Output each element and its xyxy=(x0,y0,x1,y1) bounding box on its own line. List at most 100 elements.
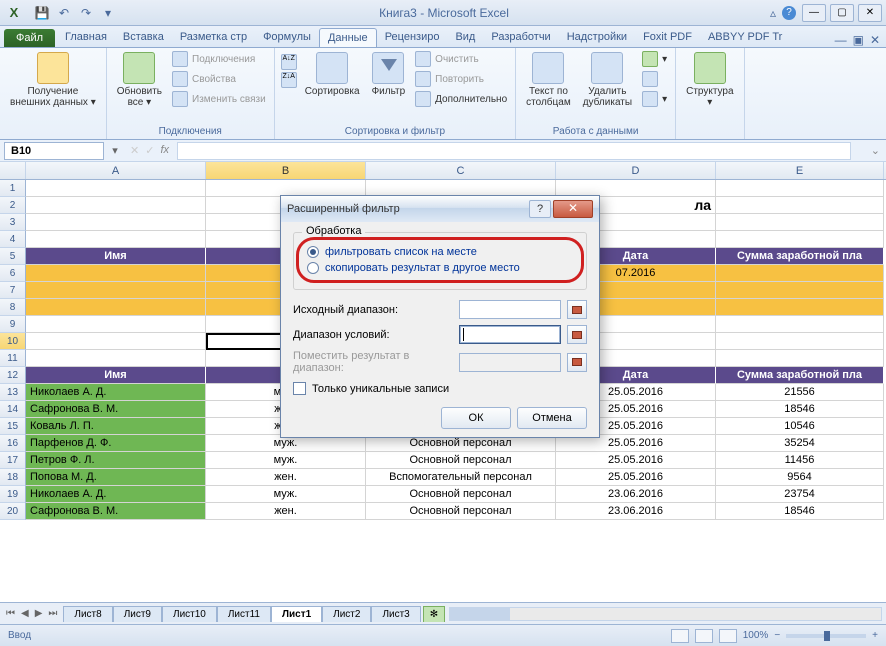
pagebreak-view-button[interactable] xyxy=(719,629,737,643)
whatif-button[interactable]: ▾ xyxy=(640,90,669,108)
row-header[interactable]: 20 xyxy=(0,503,26,520)
row-header[interactable]: 8 xyxy=(0,299,26,316)
cell[interactable]: 18546 xyxy=(716,401,884,418)
properties-button[interactable]: Свойства xyxy=(170,70,268,88)
text-to-columns-button[interactable]: Текст постолбцам xyxy=(522,50,575,110)
cell[interactable]: Сафронова В. М. xyxy=(26,503,206,520)
col-header-C[interactable]: C xyxy=(366,162,556,179)
row-header[interactable]: 10 xyxy=(0,333,26,350)
criteria-range-picker-button[interactable] xyxy=(567,325,587,344)
dialog-help-button[interactable]: ? xyxy=(529,200,551,218)
ribbon-tab[interactable]: Формулы xyxy=(255,28,319,47)
fx-icon[interactable]: fx xyxy=(160,144,169,157)
col-header-D[interactable]: D xyxy=(556,162,716,179)
sheet-tab[interactable]: Лист2 xyxy=(322,606,371,622)
row-header[interactable]: 19 xyxy=(0,486,26,503)
qat-dropdown-icon[interactable]: ▾ xyxy=(98,3,118,23)
ribbon-tab[interactable]: Надстройки xyxy=(559,28,635,47)
minimize-button[interactable]: ― xyxy=(802,4,826,22)
cell[interactable]: 18546 xyxy=(716,503,884,520)
sheet-tab[interactable]: Лист3 xyxy=(371,606,420,622)
copy-to-picker-button[interactable] xyxy=(567,353,587,372)
normal-view-button[interactable] xyxy=(671,629,689,643)
row-header[interactable]: 1 xyxy=(0,180,26,197)
refresh-all-button[interactable]: Обновитьвсе ▾ xyxy=(113,50,166,110)
pagelayout-view-button[interactable] xyxy=(695,629,713,643)
unique-records-checkbox[interactable]: Только уникальные записи xyxy=(293,382,587,395)
reapply-filter-button[interactable]: Повторить xyxy=(413,70,509,88)
doc-minimize-icon[interactable]: ― xyxy=(835,33,847,47)
file-tab[interactable]: Файл xyxy=(4,29,55,47)
cancel-button[interactable]: Отмена xyxy=(517,407,587,429)
row-header[interactable]: 15 xyxy=(0,418,26,435)
radio-copy-to[interactable]: скопировать результат в другое место xyxy=(307,260,573,276)
cell[interactable]: 25.05.2016 xyxy=(556,469,716,486)
name-box[interactable]: B10 xyxy=(4,142,104,160)
sheet-tab[interactable]: Лист9 xyxy=(113,606,162,622)
cell[interactable]: жен. xyxy=(206,503,366,520)
cell[interactable]: Попова М. Д. xyxy=(26,469,206,486)
remove-duplicates-button[interactable]: Удалитьдубликаты xyxy=(579,50,636,110)
col-header-B[interactable]: B xyxy=(206,162,366,179)
accept-edit-icon[interactable]: ✓ xyxy=(145,144,154,157)
sheet-tab[interactable]: Лист11 xyxy=(217,606,271,622)
cell[interactable]: Николаев А. Д. xyxy=(26,384,206,401)
cell[interactable]: 35254 xyxy=(716,435,884,452)
row-header[interactable]: 5 xyxy=(0,248,26,265)
cell[interactable]: 11456 xyxy=(716,452,884,469)
cell[interactable]: Основной персонал xyxy=(366,503,556,520)
cell[interactable]: 10546 xyxy=(716,418,884,435)
col-header-A[interactable]: A xyxy=(26,162,206,179)
cell[interactable]: 23.06.2016 xyxy=(556,486,716,503)
help-icon[interactable]: ? xyxy=(782,6,796,20)
sheet-nav-prev-icon[interactable]: ◀ xyxy=(19,608,31,619)
dialog-close-button[interactable]: ✕ xyxy=(553,200,593,218)
sheet-tab[interactable]: Лист10 xyxy=(162,606,217,622)
row-header[interactable]: 16 xyxy=(0,435,26,452)
cell[interactable]: Вспомогательный персонал xyxy=(366,469,556,486)
row-header[interactable]: 9 xyxy=(0,316,26,333)
horizontal-scrollbar[interactable] xyxy=(449,607,882,621)
row-header[interactable]: 11 xyxy=(0,350,26,367)
ribbon-tab[interactable]: Foxit PDF xyxy=(635,28,700,47)
row-header[interactable]: 17 xyxy=(0,452,26,469)
cell[interactable]: Парфенов Д. Ф. xyxy=(26,435,206,452)
edit-links-button[interactable]: Изменить связи xyxy=(170,90,268,108)
clear-filter-button[interactable]: Очистить xyxy=(413,50,509,68)
new-sheet-button[interactable]: ✻ xyxy=(423,606,445,622)
filter-button[interactable]: Фильтр xyxy=(368,50,410,99)
maximize-button[interactable]: ▢ xyxy=(830,4,854,22)
ribbon-tab[interactable]: Главная xyxy=(57,28,115,47)
row-header[interactable]: 6 xyxy=(0,265,26,282)
cell[interactable]: 21556 xyxy=(716,384,884,401)
save-icon[interactable]: 💾 xyxy=(32,3,52,23)
cell[interactable]: Николаев А. Д. xyxy=(26,486,206,503)
row-header[interactable]: 13 xyxy=(0,384,26,401)
cell[interactable]: жен. xyxy=(206,469,366,486)
col-header-E[interactable]: E xyxy=(716,162,884,179)
row-header[interactable]: 14 xyxy=(0,401,26,418)
doc-restore-icon[interactable]: ▣ xyxy=(853,33,864,47)
sheet-nav-first-icon[interactable]: ⏮ xyxy=(4,608,17,619)
sort-button[interactable]: Сортировка xyxy=(301,50,364,99)
ribbon-minimize-icon[interactable]: ▵ xyxy=(770,6,776,20)
row-header[interactable]: 12 xyxy=(0,367,26,384)
ribbon-tab[interactable]: Разметка стр xyxy=(172,28,255,47)
ribbon-tab[interactable]: Разработчи xyxy=(483,28,558,47)
source-range-input[interactable] xyxy=(459,300,561,319)
ribbon-tab[interactable]: Вид xyxy=(447,28,483,47)
sort-desc-icon[interactable]: Z↓A xyxy=(281,72,297,88)
name-box-dropdown-icon[interactable]: ▾ xyxy=(108,144,122,157)
cell[interactable]: 25.05.2016 xyxy=(556,452,716,469)
close-button[interactable]: ✕ xyxy=(858,4,882,22)
external-data-button[interactable]: Получениевнешних данных ▾ xyxy=(6,50,100,110)
row-header[interactable]: 3 xyxy=(0,214,26,231)
cancel-edit-icon[interactable]: ✕ xyxy=(130,144,139,157)
cell[interactable]: 23.06.2016 xyxy=(556,503,716,520)
row-header[interactable]: 2 xyxy=(0,197,26,214)
redo-icon[interactable]: ↷ xyxy=(76,3,96,23)
consolidate-button[interactable] xyxy=(640,70,669,88)
zoom-in-button[interactable]: + xyxy=(872,630,878,641)
advanced-filter-button[interactable]: Дополнительно xyxy=(413,90,509,108)
ribbon-tab[interactable]: Вставка xyxy=(115,28,172,47)
